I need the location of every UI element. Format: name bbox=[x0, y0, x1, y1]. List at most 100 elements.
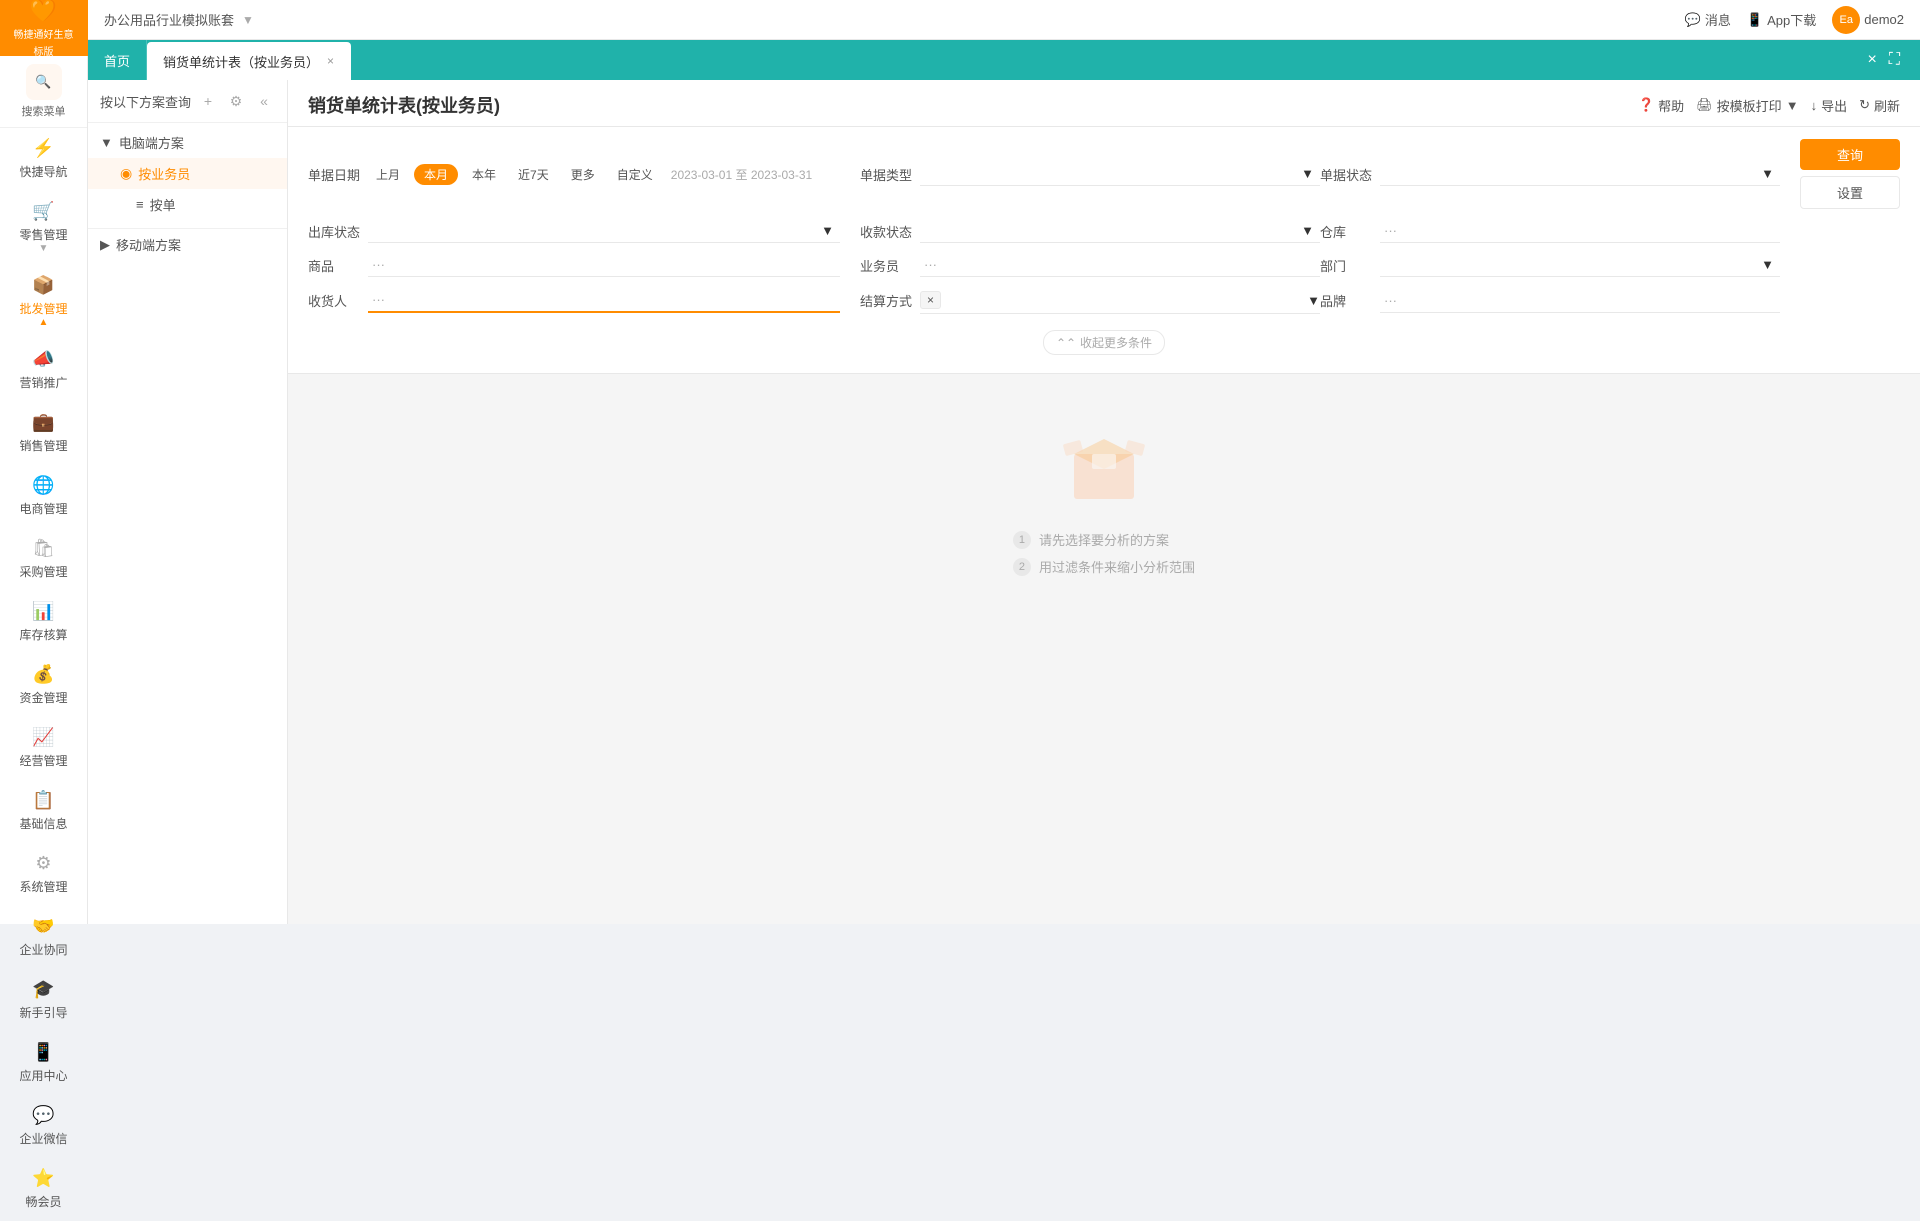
tab-close-icon[interactable]: × bbox=[327, 54, 334, 68]
main-area: 办公用品行业模拟账套 ▼ 💬 消息 📱 App下载 Ea demo2 首页 销货… bbox=[88, 0, 1920, 924]
empty-hint-2: 2 用过滤条件来缩小分析范围 bbox=[1013, 557, 1195, 576]
sidebar-item-enterprise[interactable]: 🤝 企业协同 bbox=[0, 906, 87, 969]
receipt-status-select[interactable]: ▼ bbox=[920, 219, 1320, 243]
salesperson-label: 业务员 bbox=[860, 256, 920, 275]
window-close-icon[interactable]: × bbox=[1867, 51, 1876, 69]
print-icon: 🖨 bbox=[1696, 97, 1713, 113]
salesperson-dots-button[interactable]: ··· bbox=[920, 257, 941, 272]
payment-tag-close[interactable]: × bbox=[927, 293, 934, 307]
app-download-button[interactable]: 📱 App下载 bbox=[1747, 10, 1816, 29]
tab-sales-report-label: 销货单统计表（按业务员） bbox=[163, 52, 319, 71]
warehouse-dots-button[interactable]: ··· bbox=[1380, 223, 1401, 238]
department-label: 部门 bbox=[1320, 256, 1380, 275]
left-panel-header: 按以下方案查询 + ⚙ « bbox=[88, 80, 287, 123]
refresh-button[interactable]: ↻ 刷新 bbox=[1859, 96, 1900, 115]
print-dropdown-icon[interactable]: ▼ bbox=[1786, 98, 1799, 113]
payment-dropdown-icon[interactable]: ▼ bbox=[1307, 293, 1320, 308]
sidebar-item-ecommerce[interactable]: 🌐 电商管理 bbox=[0, 465, 87, 528]
sidebar-item-retail[interactable]: 🛒 零售管理 ▼ bbox=[0, 191, 87, 265]
tab-home[interactable]: 首页 bbox=[88, 40, 147, 80]
sidebar: 🧡 畅捷通好生意 标版 🔍 搜索菜单 ⚡ 快捷导航 🛒 零售管理 ▼ 📦 批发管… bbox=[0, 0, 88, 924]
sidebar-item-marketing[interactable]: 📣 营销推广 bbox=[0, 339, 87, 402]
page-title: 销货单统计表(按业务员) bbox=[308, 92, 500, 118]
date-filter-cell: 单据日期 上月 本月 本年 近7天 更多 自定义 2023-03-01 至 20… bbox=[308, 164, 860, 185]
search-icon-wrap[interactable]: 🔍 bbox=[26, 64, 62, 100]
dropdown-arrow-icon[interactable]: ▼ bbox=[242, 13, 254, 27]
sidebar-item-sales[interactable]: 💼 销售管理 bbox=[0, 402, 87, 465]
empty-illustration bbox=[1054, 414, 1154, 514]
help-label: 帮助 bbox=[1658, 96, 1684, 115]
date-last-month[interactable]: 上月 bbox=[368, 164, 408, 185]
search-menu-item[interactable]: 🔍 搜索菜单 bbox=[0, 56, 87, 128]
sidebar-item-quick-nav[interactable]: ⚡ 快捷导航 bbox=[0, 128, 87, 191]
collapse-panel-button[interactable]: « bbox=[253, 90, 275, 112]
doc-status-label: 单据状态 bbox=[1320, 165, 1380, 184]
date-this-year[interactable]: 本年 bbox=[464, 164, 504, 185]
sidebar-item-basics[interactable]: 📋 基础信息 bbox=[0, 780, 87, 843]
receipt-status-filter-cell: 收款状态 ▼ bbox=[860, 219, 1320, 243]
mobile-scheme-header[interactable]: ▶ 移动端方案 bbox=[88, 228, 287, 260]
date-last-7-days[interactable]: 近7天 bbox=[510, 164, 557, 185]
scheme-by-order[interactable]: ≡ 按单 bbox=[88, 189, 287, 220]
help-button[interactable]: ❓ 帮助 bbox=[1638, 96, 1684, 115]
department-filter-cell: 部门 ▼ bbox=[1320, 253, 1780, 277]
consignee-label: 收货人 bbox=[308, 291, 368, 310]
consignee-dots-button[interactable]: ··· bbox=[368, 292, 389, 307]
tab-sales-report[interactable]: 销货单统计表（按业务员） × bbox=[147, 42, 351, 80]
sidebar-item-wholesale[interactable]: 📦 批发管理 ▲ bbox=[0, 265, 87, 339]
scheme-by-salesperson[interactable]: ◉ 按业务员 bbox=[88, 158, 287, 189]
empty-hints: 1 请先选择要分析的方案 2 用过滤条件来缩小分析范围 bbox=[1013, 530, 1195, 576]
avatar: Ea bbox=[1832, 6, 1860, 34]
quick-nav-icon: ⚡ bbox=[32, 138, 54, 159]
sidebar-item-system[interactable]: ⚙ 系统管理 bbox=[0, 843, 87, 906]
sidebar-item-wechat[interactable]: 💬 企业微信 bbox=[0, 1095, 87, 1158]
doc-type-select[interactable]: ▼ bbox=[920, 162, 1320, 186]
left-panel-title: 按以下方案查询 bbox=[100, 92, 191, 111]
goods-dots-button[interactable]: ··· bbox=[368, 257, 389, 272]
topbar-left: 办公用品行业模拟账套 ▼ bbox=[104, 10, 254, 29]
app-download-label: App下载 bbox=[1767, 10, 1816, 29]
filter-row-1: 单据日期 上月 本月 本年 近7天 更多 自定义 2023-03-01 至 20… bbox=[308, 139, 1900, 209]
export-label: 导出 bbox=[1821, 96, 1847, 115]
message-button[interactable]: 💬 消息 bbox=[1685, 10, 1731, 29]
date-this-month[interactable]: 本月 bbox=[414, 164, 458, 185]
sidebar-item-finance[interactable]: 💰 资金管理 bbox=[0, 654, 87, 717]
app-logo[interactable]: 🧡 畅捷通好生意 标版 bbox=[0, 0, 88, 56]
collapse-label: 收起更多条件 bbox=[1080, 334, 1152, 351]
collapse-up-icon: ⌃⌃ bbox=[1056, 336, 1076, 350]
sidebar-item-purchase[interactable]: 🛍 采购管理 bbox=[0, 528, 87, 591]
filter-row-2: 出库状态 ▼ 收款状态 ▼ bbox=[308, 219, 1900, 243]
brand-dots-button[interactable]: ··· bbox=[1380, 293, 1401, 308]
sidebar-item-member[interactable]: ⭐ 畅会员 bbox=[0, 1158, 87, 1221]
sidebar-item-apps[interactable]: 📱 应用中心 bbox=[0, 1032, 87, 1095]
date-custom[interactable]: 自定义 bbox=[609, 164, 661, 185]
date-more[interactable]: 更多 bbox=[563, 164, 603, 185]
user-menu-button[interactable]: Ea demo2 bbox=[1832, 6, 1904, 34]
out-status-select[interactable]: ▼ bbox=[368, 219, 840, 243]
sidebar-item-newbie[interactable]: 🎓 新手引导 bbox=[0, 969, 87, 1032]
out-status-dropdown-icon: ▼ bbox=[821, 223, 834, 238]
query-button[interactable]: 查询 bbox=[1800, 139, 1900, 170]
date-label: 单据日期 bbox=[308, 165, 368, 184]
desktop-scheme-header[interactable]: ▼ 电脑端方案 bbox=[88, 127, 287, 158]
export-button[interactable]: ↓ 导出 bbox=[1811, 96, 1848, 115]
refresh-icon: ↻ bbox=[1859, 97, 1870, 113]
message-label: 消息 bbox=[1705, 10, 1731, 29]
print-button[interactable]: 🖨 按模板打印 ▼ bbox=[1696, 96, 1798, 115]
sidebar-item-inventory[interactable]: 📊 库存核算 bbox=[0, 591, 87, 654]
doc-type-filter-cell: 单据类型 ▼ bbox=[860, 162, 1320, 186]
left-panel-actions: + ⚙ « bbox=[197, 90, 275, 112]
sidebar-item-operations[interactable]: 📈 经营管理 bbox=[0, 717, 87, 780]
warehouse-label: 仓库 bbox=[1320, 222, 1380, 241]
print-label: 按模板打印 bbox=[1717, 96, 1782, 115]
setting-scheme-button[interactable]: ⚙ bbox=[225, 90, 247, 112]
collapse-button[interactable]: ⌃⌃ 收起更多条件 bbox=[1043, 330, 1165, 355]
window-maximize-icon[interactable]: ⛶ bbox=[1889, 51, 1900, 69]
doc-status-dropdown-icon: ▼ bbox=[1761, 166, 1774, 181]
settings-button[interactable]: 设置 bbox=[1800, 176, 1900, 209]
chevron-right-icon: ▶ bbox=[100, 237, 110, 253]
add-scheme-button[interactable]: + bbox=[197, 90, 219, 112]
department-select[interactable]: ▼ bbox=[1380, 253, 1780, 277]
active-scheme-icon: ◉ bbox=[120, 165, 132, 182]
doc-status-select[interactable]: ▼ bbox=[1380, 162, 1780, 186]
